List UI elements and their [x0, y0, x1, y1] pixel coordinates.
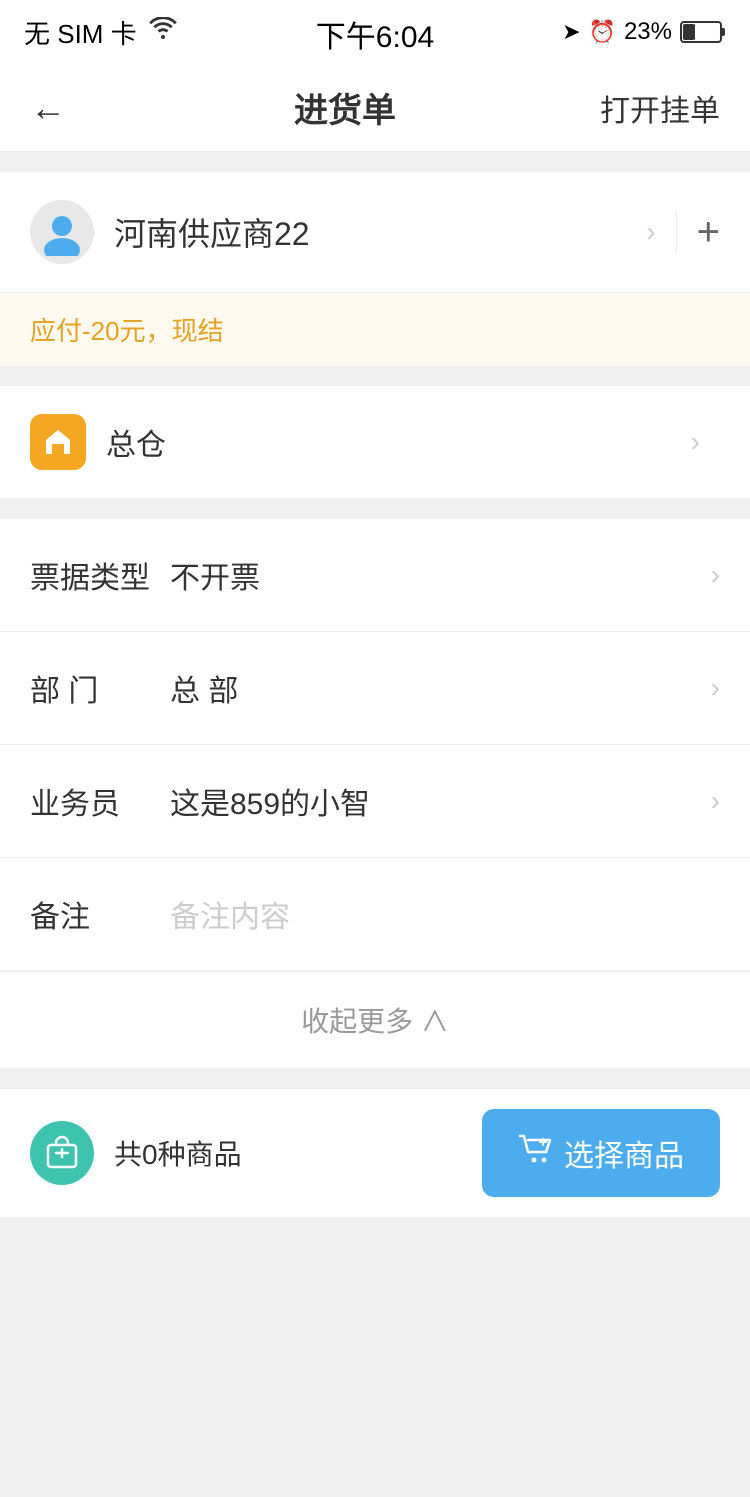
collapse-label: 收起更多 ∧	[301, 1006, 449, 1037]
remark-row[interactable]: 备注 备注内容	[0, 858, 750, 971]
warehouse-section: 总仓 ›	[0, 386, 750, 499]
section-gap-3	[0, 499, 750, 519]
ticket-type-value: 不开票	[150, 553, 701, 597]
bottom-bar: 共0种商品 选择商品	[0, 1088, 750, 1217]
nav-bar: ← 进货单 打开挂单	[0, 64, 750, 152]
supplier-add-button[interactable]: +	[676, 212, 720, 252]
status-bar: 无 SIM 卡 下午6:04 ➤ ⏰ 23%	[0, 0, 750, 64]
location-icon: ➤	[562, 19, 580, 45]
section-gap-2	[0, 366, 750, 386]
product-icon	[30, 1121, 94, 1185]
remark-label: 备注	[30, 892, 150, 936]
warehouse-row[interactable]: 总仓 ›	[0, 386, 750, 499]
section-gap-1	[0, 152, 750, 172]
department-value: 总 部	[150, 666, 701, 710]
salesperson-label: 业务员	[30, 779, 150, 823]
remark-placeholder: 备注内容	[150, 892, 720, 936]
ticket-type-row[interactable]: 票据类型 不开票 ›	[0, 519, 750, 632]
warehouse-icon	[30, 414, 86, 470]
department-row[interactable]: 部 门 总 部 ›	[0, 632, 750, 745]
warehouse-chevron-icon: ›	[691, 426, 700, 458]
section-gap-4	[0, 1068, 750, 1088]
supplier-avatar	[30, 200, 94, 264]
back-button[interactable]: ←	[30, 87, 90, 129]
warehouse-name: 总仓	[106, 420, 691, 464]
department-chevron-icon: ›	[711, 672, 720, 704]
select-product-button[interactable]: 选择商品	[482, 1109, 720, 1197]
ticket-type-label: 票据类型	[30, 553, 150, 597]
battery-icon	[680, 21, 726, 43]
salesperson-chevron-icon: ›	[711, 785, 720, 817]
open-hang-button[interactable]: 打开挂单	[600, 86, 720, 130]
product-count-text: 共0种商品	[114, 1133, 462, 1173]
salesperson-row[interactable]: 业务员 这是859的小智 ›	[0, 745, 750, 858]
status-right: ➤ ⏰ 23%	[562, 18, 726, 46]
carrier-text: 无 SIM 卡	[24, 14, 137, 51]
supplier-section: 河南供应商22 › + 应付-20元，现结	[0, 172, 750, 366]
battery-percent: 23%	[624, 18, 672, 46]
collapse-row[interactable]: 收起更多 ∧	[0, 971, 750, 1068]
notice-bar: 应付-20元，现结	[0, 293, 750, 366]
ticket-type-chevron-icon: ›	[711, 559, 720, 591]
alarm-icon: ⏰	[589, 19, 616, 45]
supplier-name: 河南供应商22	[114, 209, 646, 255]
form-section: 票据类型 不开票 › 部 门 总 部 › 业务员 这是859的小智 › 备注 备…	[0, 519, 750, 1068]
salesperson-value: 这是859的小智	[150, 779, 701, 823]
cart-icon	[518, 1134, 554, 1172]
page-title: 进货单	[294, 83, 396, 132]
select-product-label: 选择商品	[564, 1131, 684, 1175]
wifi-icon	[147, 17, 179, 48]
supplier-chevron-icon: ›	[646, 216, 655, 248]
status-time: 下午6:04	[316, 12, 434, 56]
supplier-row[interactable]: 河南供应商22 › +	[0, 172, 750, 293]
notice-text: 应付-20元，现结	[30, 316, 224, 346]
department-label: 部 门	[30, 666, 150, 710]
page-footer-bg	[0, 1217, 750, 1497]
status-left: 无 SIM 卡	[24, 14, 179, 51]
